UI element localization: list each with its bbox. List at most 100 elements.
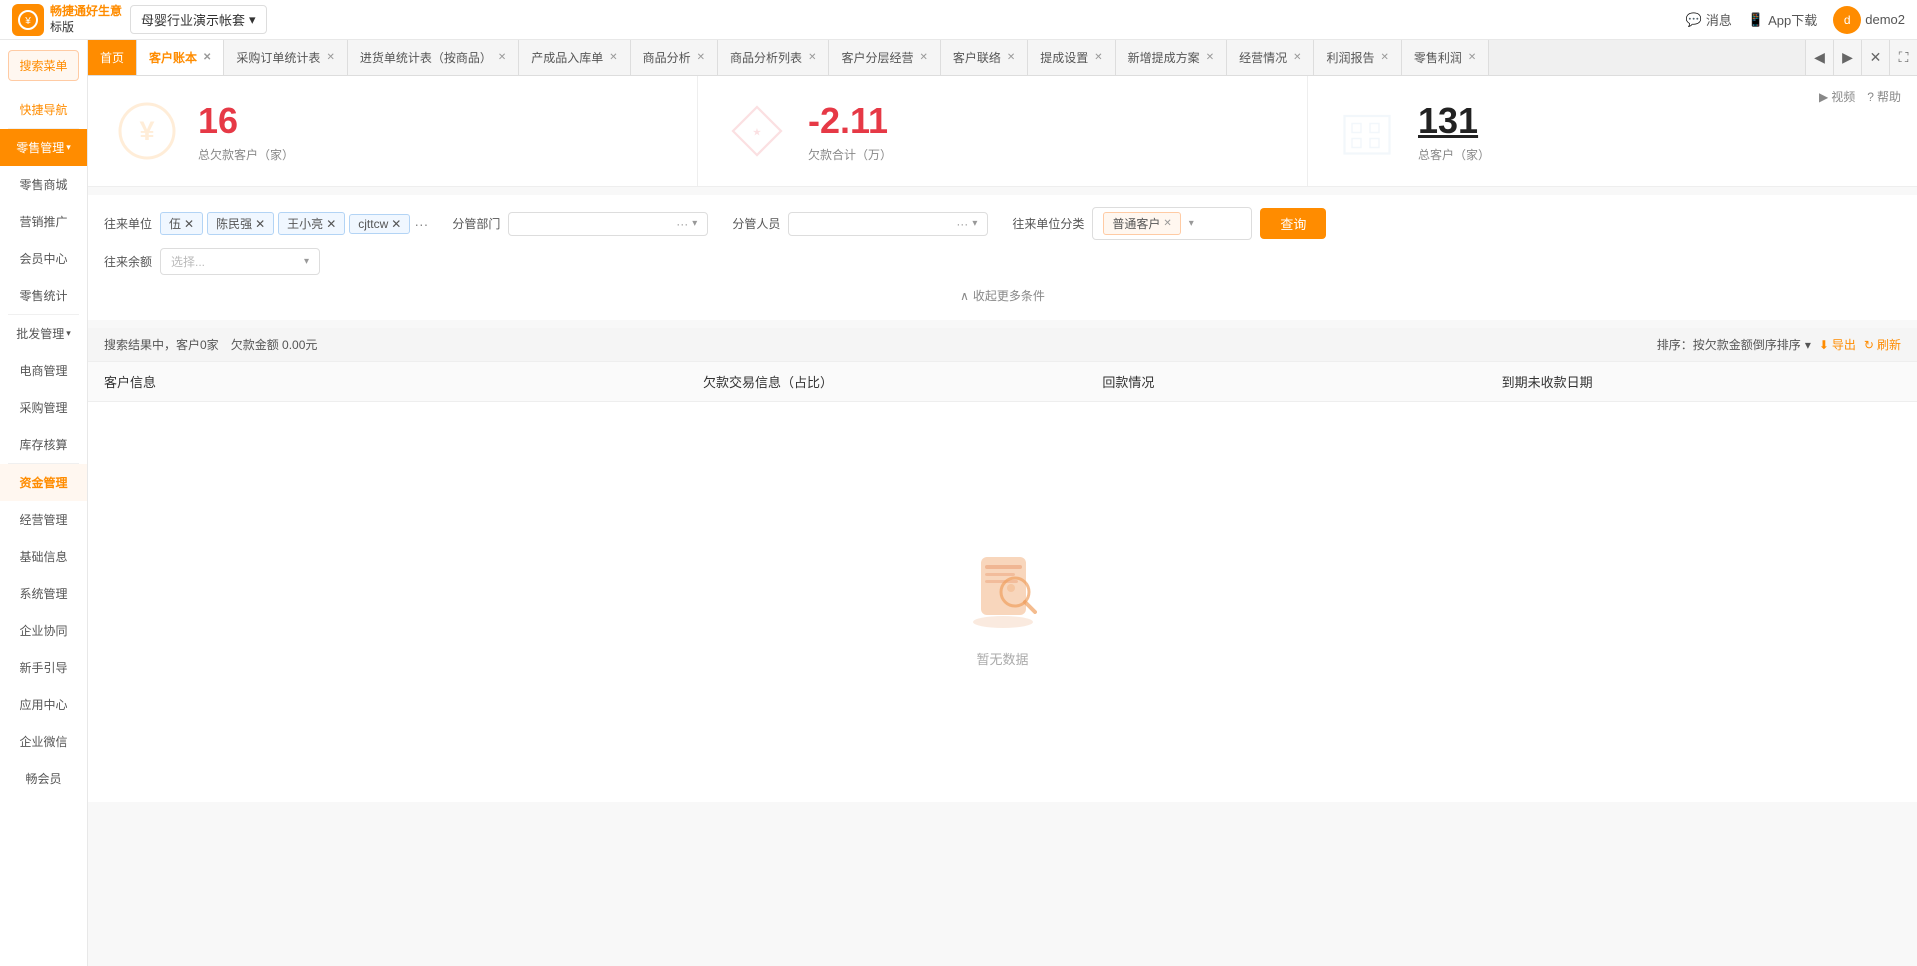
tab-close-icon-11[interactable]: ✕ [1293, 52, 1301, 63]
tab-close-icon[interactable]: ✕ [203, 52, 211, 63]
filter-dept-select[interactable]: ··· ▾ [508, 212, 708, 236]
filter-category-select[interactable]: 普通客户 ✕ ▾ [1092, 207, 1252, 240]
filter-label-category: 往来单位分类 [1012, 215, 1084, 232]
filter-person-select[interactable]: ··· ▾ [788, 212, 988, 236]
tab-close-icon-5[interactable]: ✕ [697, 52, 705, 63]
category-tag-close[interactable]: ✕ [1163, 218, 1171, 229]
tag-close-wu[interactable]: ✕ [184, 217, 194, 231]
filter-area: 往来单位 伍 ✕ 陈民强 ✕ 王小亮 ✕ [88, 195, 1917, 320]
result-bar-right: 排序：按欠款金额倒序排序 ▾ ⬇ 导出 ↻ 刷新 [1657, 336, 1901, 353]
sidebar-item-member-center[interactable]: 会员中心 [0, 240, 87, 277]
sidebar-item-app-center[interactable]: 应用中心 [0, 686, 87, 723]
sidebar-item-enterprise-collab[interactable]: 企业协同 [0, 612, 87, 649]
tab-customer-contact[interactable]: 客户联络 ✕ [941, 40, 1028, 76]
unit-tag-cjttcw[interactable]: cjttcw ✕ [349, 214, 410, 234]
app-download-btn[interactable]: 📱 App下载 [1748, 10, 1817, 29]
tab-product-analysis[interactable]: 商品分析 ✕ [631, 40, 718, 76]
tab-purchase-stats-product[interactable]: 进货单统计表（按商品） ✕ [348, 40, 519, 76]
result-bar: 搜索结果中，客户0家 欠款金额 0.00元 排序：按欠款金额倒序排序 ▾ ⬇ 导… [88, 328, 1917, 362]
sidebar-item-quick-nav[interactable]: 快捷导航 [0, 91, 87, 128]
tab-close-icon-13[interactable]: ✕ [1468, 52, 1476, 63]
data-table: 客户信息 欠款交易信息（占比） 回款情况 到期未收款日期 [88, 362, 1917, 802]
filter-dept-dots[interactable]: ··· [676, 217, 688, 231]
filter-label-person: 分管人员 [732, 215, 780, 232]
topbar-left: ¥ 畅捷通好生意 标版 母婴行业演示帐套 ▾ [12, 4, 267, 36]
tab-customer-tier[interactable]: 客户分层经营 ✕ [829, 40, 940, 76]
tab-customer-ledger[interactable]: 客户账本 ✕ [137, 40, 224, 76]
sidebar-item-retail-mall[interactable]: 零售商城 [0, 166, 87, 203]
sidebar-item-chang-member[interactable]: 畅会员 [0, 760, 87, 797]
unit-tag-wang[interactable]: 王小亮 ✕ [278, 212, 345, 235]
sidebar-item-wholesale[interactable]: 批发管理 ▾ [0, 315, 87, 352]
stat-value-overdue-amount: -2.11 [808, 100, 892, 142]
empty-text: 暂无数据 [976, 649, 1028, 668]
sidebar-item-retail-stats[interactable]: 零售统计 [0, 277, 87, 314]
filter-more-tags[interactable]: ··· [414, 216, 428, 232]
unit-tag-wu[interactable]: 伍 ✕ [160, 212, 203, 235]
tab-close-all-btn[interactable]: ✕ [1861, 40, 1889, 76]
query-button[interactable]: 查询 [1260, 208, 1326, 239]
sidebar-item-purchase[interactable]: 采购管理 [0, 389, 87, 426]
tab-next-btn[interactable]: ▶ [1833, 40, 1861, 76]
sidebar-item-new-guide[interactable]: 新手引导 [0, 649, 87, 686]
unit-tag-chen[interactable]: 陈民强 ✕ [207, 212, 274, 235]
category-tag[interactable]: 普通客户 ✕ [1103, 212, 1180, 235]
tab-prev-btn[interactable]: ◀ [1805, 40, 1833, 76]
tag-close-chen[interactable]: ✕ [255, 217, 265, 231]
tab-close-icon-3[interactable]: ✕ [498, 52, 506, 63]
page-content: ¥ 16 总欠款客户（家） ★ [88, 76, 1917, 966]
col-customer-info: 客户信息 [104, 372, 703, 391]
table-header: 客户信息 欠款交易信息（占比） 回款情况 到期未收款日期 [88, 362, 1917, 402]
tab-purchase-order-stats[interactable]: 采购订单统计表 ✕ [224, 40, 347, 76]
enterprise-select[interactable]: 母婴行业演示帐套 ▾ [130, 5, 267, 34]
tab-finished-goods[interactable]: 产成品入库单 ✕ [519, 40, 630, 76]
sidebar-item-operations[interactable]: 经营管理 [0, 501, 87, 538]
col-due-date: 到期未收款日期 [1502, 372, 1901, 391]
tab-home[interactable]: 首页 [88, 40, 137, 76]
collapse-more-btn[interactable]: ∧ 收起更多条件 [104, 283, 1901, 308]
stat-info-total: 131 总客户（家） [1418, 100, 1490, 163]
sort-btn[interactable]: 排序：按欠款金额倒序排序 ▾ [1657, 336, 1811, 353]
video-link[interactable]: ▶ 视频 [1819, 88, 1855, 105]
filter-balance-chevron: ▾ [304, 256, 309, 267]
sidebar-item-basic-info[interactable]: 基础信息 [0, 538, 87, 575]
tab-close-icon-7[interactable]: ✕ [919, 52, 927, 63]
help-link[interactable]: ? 帮助 [1867, 88, 1901, 105]
tab-close-icon-8[interactable]: ✕ [1007, 52, 1015, 63]
sidebar-item-finance[interactable]: 资金管理 [0, 464, 87, 501]
export-btn[interactable]: ⬇ 导出 [1819, 336, 1856, 353]
filter-row-balance: 往来余额 选择... ▾ [104, 248, 1901, 275]
tab-close-icon-10[interactable]: ✕ [1206, 52, 1214, 63]
tab-close-icon-12[interactable]: ✕ [1381, 52, 1389, 63]
sidebar-item-inventory[interactable]: 库存核算 [0, 426, 87, 463]
svg-text:¥: ¥ [139, 116, 154, 146]
tab-commission-settings[interactable]: 提成设置 ✕ [1028, 40, 1115, 76]
tab-close-icon-9[interactable]: ✕ [1094, 52, 1102, 63]
avatar: d [1833, 6, 1861, 34]
tab-close-icon-2[interactable]: ✕ [326, 52, 334, 63]
sidebar-item-marketing[interactable]: 营销推广 [0, 203, 87, 240]
search-menu-button[interactable]: 搜索菜单 [8, 50, 79, 81]
tab-product-analysis-list[interactable]: 商品分析列表 ✕ [718, 40, 829, 76]
message-btn[interactable]: 💬 消息 [1686, 10, 1732, 29]
tab-new-commission[interactable]: 新增提成方案 ✕ [1116, 40, 1227, 76]
tab-close-icon-6[interactable]: ✕ [808, 52, 816, 63]
tab-profit-report[interactable]: 利润报告 ✕ [1314, 40, 1401, 76]
tag-close-wang[interactable]: ✕ [326, 217, 336, 231]
user-menu[interactable]: d demo2 [1833, 6, 1905, 34]
tab-close-icon-4[interactable]: ✕ [609, 52, 617, 63]
refresh-btn[interactable]: ↻ 刷新 [1864, 336, 1901, 353]
sidebar-item-ecommerce[interactable]: 电商管理 [0, 352, 87, 389]
tab-operations[interactable]: 经营情况 ✕ [1227, 40, 1314, 76]
tag-close-cjttcw[interactable]: ✕ [391, 217, 401, 231]
tab-maximize-btn[interactable]: ⛶ [1889, 40, 1917, 76]
tab-retail-profit[interactable]: 零售利润 ✕ [1402, 40, 1489, 76]
sidebar-item-retail[interactable]: 零售管理 ▾ [0, 129, 87, 166]
filter-balance-select[interactable]: 选择... ▾ [160, 248, 320, 275]
filter-person-dots[interactable]: ··· [956, 217, 968, 231]
export-icon: ⬇ [1819, 338, 1829, 352]
filter-label-dept: 分管部门 [452, 215, 500, 232]
amount-text: 欠款金额 0.00元 [231, 336, 318, 353]
sidebar-item-enterprise-wechat[interactable]: 企业微信 [0, 723, 87, 760]
sidebar-item-system[interactable]: 系统管理 [0, 575, 87, 612]
